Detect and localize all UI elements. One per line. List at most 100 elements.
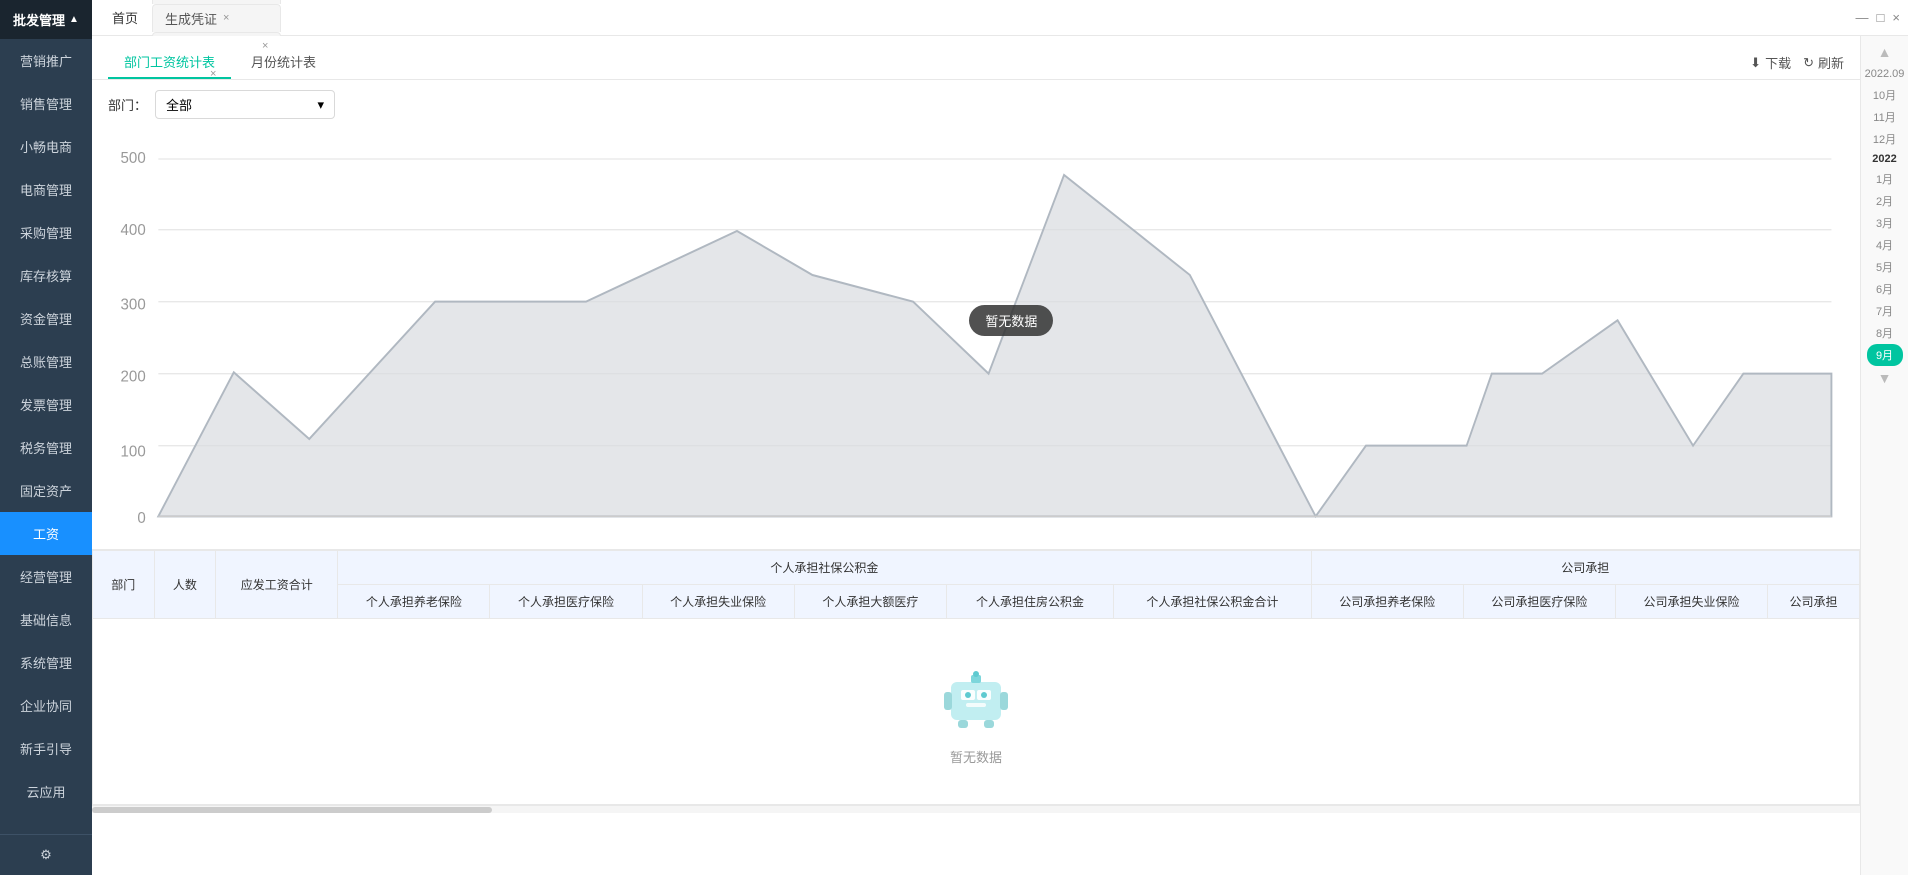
tab-close-icon[interactable]: × bbox=[262, 41, 268, 52]
timeline-month-11[interactable]: 11月 bbox=[1861, 106, 1908, 128]
timeline-month-10[interactable]: 10月 bbox=[1861, 84, 1908, 106]
svg-text:0: 0 bbox=[137, 510, 146, 527]
chart-svg: 500 400 300 200 100 0 bbox=[108, 139, 1844, 539]
col-dept: 部门 bbox=[93, 551, 155, 619]
tab-close-icon[interactable]: × bbox=[223, 13, 229, 24]
tab-生成凭证[interactable]: 生成凭证 × bbox=[152, 4, 281, 32]
timeline-year-2022[interactable]: 2022 bbox=[1861, 150, 1908, 168]
dept-select-value: 全部 bbox=[166, 95, 192, 114]
timeline-month-1[interactable]: 1月 bbox=[1861, 168, 1908, 190]
sidebar-collapse-icon: ▲ bbox=[69, 14, 79, 25]
tab-close-icon[interactable]: × bbox=[249, 97, 255, 108]
sidebar-header[interactable]: 批发管理 ▲ bbox=[0, 0, 92, 39]
tab-label: 生成凭证 bbox=[165, 9, 217, 28]
empty-state: 暂无数据 bbox=[105, 627, 1847, 796]
sidebar-item-云应用[interactable]: 云应用 bbox=[0, 770, 92, 813]
sidebar-item-税务管理[interactable]: 税务管理 bbox=[0, 426, 92, 469]
svg-text:300: 300 bbox=[121, 296, 147, 313]
sidebar-item-基础信息[interactable]: 基础信息 bbox=[0, 598, 92, 641]
toolbar-actions: ⬇ 下载 ↻ 刷新 bbox=[1750, 53, 1844, 72]
chevron-down-icon: ▾ bbox=[317, 97, 324, 113]
timeline-month-9[interactable]: 9月 bbox=[1867, 344, 1903, 366]
sidebar-item-经营管理[interactable]: 经营管理 bbox=[0, 555, 92, 598]
timeline-month-4[interactable]: 4月 bbox=[1861, 234, 1908, 256]
sidebar-item-系统管理[interactable]: 系统管理 bbox=[0, 641, 92, 684]
refresh-button[interactable]: ↻ 刷新 bbox=[1803, 53, 1844, 72]
col-company-pension: 公司承担养老保险 bbox=[1311, 585, 1463, 619]
col-personal-medical: 个人承担医疗保险 bbox=[490, 585, 642, 619]
timeline-up-arrow[interactable]: ▲ bbox=[1878, 40, 1892, 64]
chart-container: 500 400 300 200 100 0 bbox=[92, 129, 1860, 549]
sidebar-items: 营销推广销售管理小畅电商电商管理采购管理库存核算资金管理总账管理发票管理税务管理… bbox=[0, 39, 92, 813]
timeline-down-arrow[interactable]: ▼ bbox=[1878, 366, 1892, 390]
refresh-icon: ↻ bbox=[1803, 55, 1814, 71]
col-personal-serious-ill: 个人承担大额医疗 bbox=[794, 585, 946, 619]
col-personal-housing: 个人承担住房公积金 bbox=[946, 585, 1113, 619]
timeline-month-6[interactable]: 6月 bbox=[1861, 278, 1908, 300]
col-company-medical: 公司承担医疗保险 bbox=[1463, 585, 1615, 619]
subtab-month[interactable]: 月份统计表 bbox=[235, 46, 332, 79]
svg-text:100: 100 bbox=[121, 443, 147, 460]
timeline-month-5[interactable]: 5月 bbox=[1861, 256, 1908, 278]
table-empty-row: 暂无数据 bbox=[93, 619, 1860, 805]
tab-home-label: 首页 bbox=[112, 8, 138, 27]
sidebar-item-工资[interactable]: 工资 bbox=[0, 512, 92, 555]
sidebar-item-总账管理[interactable]: 总账管理 bbox=[0, 340, 92, 383]
sidebar-item-企业协同[interactable]: 企业协同 bbox=[0, 684, 92, 727]
sidebar-item-销售管理[interactable]: 销售管理 bbox=[0, 82, 92, 125]
col-company-more: 公司承担 bbox=[1768, 585, 1860, 619]
sidebar-item-小畅电商[interactable]: 小畅电商 bbox=[0, 125, 92, 168]
tab-close-icon[interactable]: × bbox=[210, 69, 216, 80]
timeline-month-8[interactable]: 8月 bbox=[1861, 322, 1908, 344]
dept-filter-label: 部门： bbox=[108, 95, 147, 114]
close-button[interactable]: × bbox=[1892, 10, 1900, 25]
download-icon: ⬇ bbox=[1750, 55, 1761, 71]
sidebar-item-资金管理[interactable]: 资金管理 bbox=[0, 297, 92, 340]
timeline-month-7[interactable]: 7月 bbox=[1861, 300, 1908, 322]
col-personal-total: 个人承担社保公积金合计 bbox=[1114, 585, 1311, 619]
timeline-month-12[interactable]: 12月 bbox=[1861, 128, 1908, 150]
download-button[interactable]: ⬇ 下载 bbox=[1750, 53, 1791, 72]
timeline-month-3[interactable]: 3月 bbox=[1861, 212, 1908, 234]
timeline: ▲ 2022.09 10月 11月 12月 2022 1月 2月 3月 4月 5… bbox=[1860, 36, 1908, 875]
sidebar: 批发管理 ▲ 营销推广销售管理小畅电商电商管理采购管理库存核算资金管理总账管理发… bbox=[0, 0, 92, 875]
col-personal-pension: 个人承担养老保险 bbox=[338, 585, 490, 619]
sidebar-item-采购管理[interactable]: 采购管理 bbox=[0, 211, 92, 254]
dept-filter: 部门： 全部 ▾ bbox=[108, 90, 335, 119]
sidebar-item-库存核算[interactable]: 库存核算 bbox=[0, 254, 92, 297]
empty-robot-icon bbox=[936, 657, 1016, 737]
col-count: 人数 bbox=[154, 551, 216, 619]
timeline-month-2[interactable]: 2月 bbox=[1861, 190, 1908, 212]
table-area[interactable]: 部门 人数 应发工资合计 个人承担社保公积金 公司承担 个人承担养老保险 个人承… bbox=[92, 549, 1860, 813]
sidebar-item-新手引导[interactable]: 新手引导 bbox=[0, 727, 92, 770]
filter-row: 部门： 全部 ▾ bbox=[92, 80, 1860, 129]
tab-店铺管理[interactable]: 店铺管理× bbox=[152, 0, 281, 4]
dept-select[interactable]: 全部 ▾ bbox=[155, 90, 335, 119]
sidebar-title: 批发管理 bbox=[13, 10, 65, 29]
minimize-button[interactable]: — bbox=[1856, 10, 1869, 25]
col-total-wage: 应发工资合计 bbox=[216, 551, 338, 619]
svg-text:400: 400 bbox=[121, 222, 147, 239]
data-table: 部门 人数 应发工资合计 个人承担社保公积金 公司承担 个人承担养老保险 个人承… bbox=[92, 550, 1860, 805]
main-panel: 首页 门店商品目录×销货单×店铺管理×生成凭证×应收应付调整单×工资表×工资统计… bbox=[92, 0, 1908, 875]
sidebar-item-电商管理[interactable]: 电商管理 bbox=[0, 168, 92, 211]
col-company-unemp: 公司承担失业保险 bbox=[1615, 585, 1767, 619]
col-group-company: 公司承担 bbox=[1311, 551, 1859, 585]
settings-button[interactable]: ⚙ bbox=[0, 834, 92, 875]
sidebar-item-固定资产[interactable]: 固定资产 bbox=[0, 469, 92, 512]
table-header-row2: 个人承担养老保险 个人承担医疗保险 个人承担失业保险 个人承担大额医疗 个人承担… bbox=[93, 585, 1860, 619]
sidebar-item-发票管理[interactable]: 发票管理 bbox=[0, 383, 92, 426]
tab-home[interactable]: 首页 bbox=[100, 4, 150, 32]
table-header-row1: 部门 人数 应发工资合计 个人承担社保公积金 公司承担 bbox=[93, 551, 1860, 585]
empty-text: 暂无数据 bbox=[950, 747, 1002, 766]
subtabs: 部门工资统计表 月份统计表 ⬇ 下载 ↻ 刷新 bbox=[92, 36, 1860, 80]
svg-text:500: 500 bbox=[121, 150, 147, 167]
maximize-button[interactable]: □ bbox=[1877, 10, 1885, 25]
svg-text:200: 200 bbox=[121, 368, 147, 385]
timeline-year-label[interactable]: 2022.09 bbox=[1861, 64, 1908, 84]
tabbar-close: — □ × bbox=[1856, 10, 1900, 25]
gear-icon: ⚙ bbox=[40, 847, 52, 862]
sidebar-item-营销推广[interactable]: 营销推广 bbox=[0, 39, 92, 82]
tabbar: 首页 门店商品目录×销货单×店铺管理×生成凭证×应收应付调整单×工资表×工资统计… bbox=[92, 0, 1908, 36]
page-panel: 部门工资统计表 月份统计表 ⬇ 下载 ↻ 刷新 bbox=[92, 36, 1860, 875]
